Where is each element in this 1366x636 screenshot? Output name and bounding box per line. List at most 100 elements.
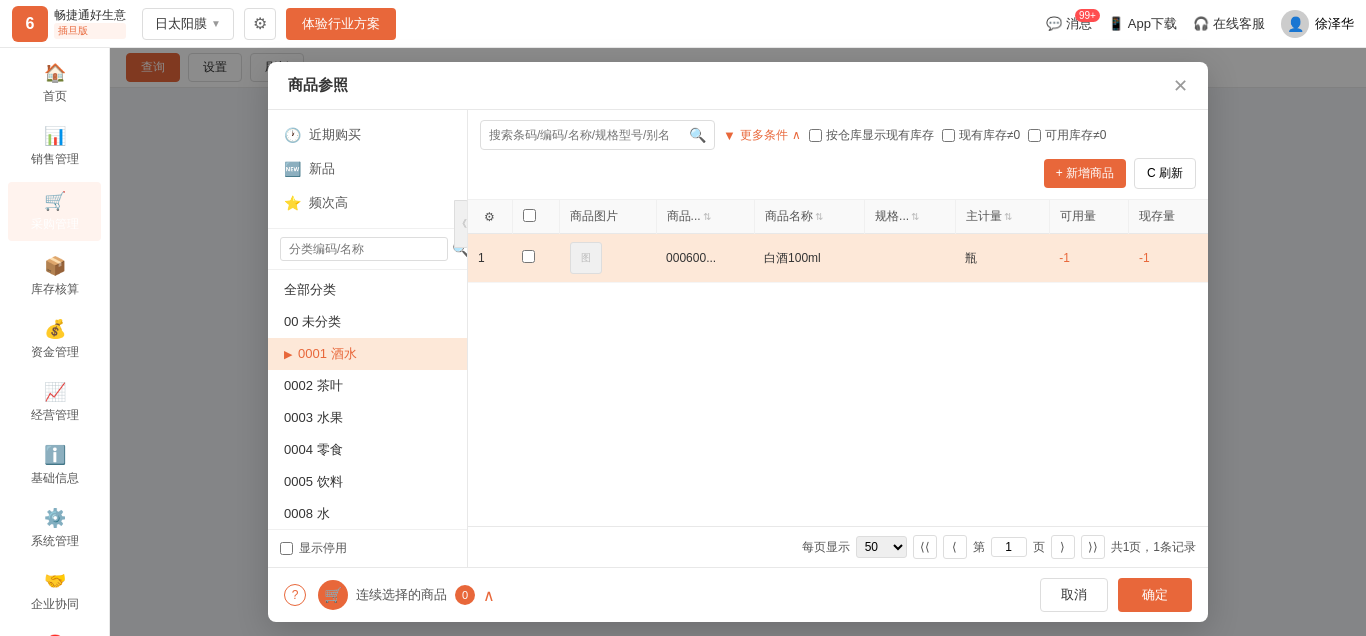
total-info: 共1页，1条记录 <box>1111 539 1196 556</box>
continuous-label: 连续选择的商品 <box>356 586 447 604</box>
cart-area: 🛒 连续选择的商品 0 ∧ <box>318 580 495 610</box>
show-disabled-checkbox[interactable] <box>280 542 293 555</box>
online-service-item[interactable]: 🎧 在线客服 <box>1193 15 1265 33</box>
refresh-list-button[interactable]: C 刷新 <box>1134 158 1196 189</box>
tab-new-label: 新品 <box>309 160 335 178</box>
sidebar-item-home[interactable]: 🏠 首页 <box>0 52 109 115</box>
cart-icon: 🛒 <box>318 580 348 610</box>
check-warehouse-label[interactable]: 按仓库显示现有库存 <box>809 127 934 144</box>
toolbar-right: + 新增商品 C 刷新 <box>1044 158 1196 189</box>
logo-text: 畅捷通好生意 <box>54 8 126 24</box>
finance-icon: 💰 <box>44 318 66 340</box>
check-stock[interactable] <box>942 129 955 142</box>
category-search-input[interactable] <box>280 237 448 261</box>
logo-area: 6 畅捷通好生意 插旦版 <box>12 6 132 42</box>
category-snack[interactable]: 0004 零食 <box>268 434 467 466</box>
sidebar-item-sales[interactable]: 📊 销售管理 <box>0 115 109 178</box>
first-page-button[interactable]: ⟨⟨ <box>913 535 937 559</box>
row-available: -1 <box>1049 234 1129 283</box>
logo-badge: 插旦版 <box>54 23 126 39</box>
table-row[interactable]: 1 图 000600... 白酒100ml 瓶 <box>468 234 1208 283</box>
category-tea[interactable]: 0002 茶叶 <box>268 370 467 402</box>
per-page-label: 每页显示 <box>802 539 850 556</box>
th-checkbox[interactable] <box>512 200 560 234</box>
th-img: 商品图片 <box>560 200 657 234</box>
app-download-item[interactable]: 📱 App下载 <box>1108 15 1177 33</box>
settings-icon[interactable]: ⚙ <box>244 8 276 40</box>
collapse-cart-icon[interactable]: ∧ <box>483 586 495 605</box>
next-page-button[interactable]: ⟩ <box>1051 535 1075 559</box>
category-tea-label: 0002 茶叶 <box>284 377 343 395</box>
row-unit: 瓶 <box>955 234 1049 283</box>
row-stock: -1 <box>1129 234 1208 283</box>
user-area[interactable]: 👤 徐泽华 <box>1281 10 1354 38</box>
per-page-select[interactable]: 50 10 20 100 <box>856 536 907 558</box>
online-service-label: 在线客服 <box>1213 15 1265 33</box>
category-all[interactable]: 全部分类 <box>268 274 467 306</box>
nav-arrow-icon: ▼ <box>211 18 221 29</box>
sidebar-label-sales: 销售管理 <box>31 151 79 168</box>
row-select[interactable] <box>522 250 535 263</box>
confirm-button[interactable]: 确定 <box>1118 578 1192 612</box>
tab-recent-label: 近期购买 <box>309 126 361 144</box>
sidebar-label-inventory: 库存核算 <box>31 281 79 298</box>
th-spec[interactable]: 规格...⇅ <box>865 200 956 234</box>
message-item[interactable]: 💬 消息 99+ <box>1046 15 1092 33</box>
top-header: 6 畅捷通好生意 插旦版 日太阳膜 ▼ ⚙ 体验行业方案 💬 消息 99+ 📱 … <box>0 0 1366 48</box>
check-warehouse[interactable] <box>809 129 822 142</box>
category-unclassified-label: 00 未分类 <box>284 313 341 331</box>
system-icon: ⚙️ <box>44 507 66 529</box>
page-number-input[interactable] <box>991 537 1027 557</box>
prev-page-button[interactable]: ⟨ <box>943 535 967 559</box>
product-table-container: ⚙ 商品图片 商品...⇅ 商品名称⇅ 规格...⇅ 主计量⇅ 可用量 现存量 <box>468 200 1208 526</box>
more-filter-button[interactable]: ▼ 更多条件 ∧ <box>723 127 801 144</box>
th-unit[interactable]: 主计量⇅ <box>955 200 1049 234</box>
sidebar-item-inventory[interactable]: 📦 库存核算 <box>0 245 109 308</box>
tab-recent-purchase[interactable]: 🕐 近期购买 <box>268 118 467 152</box>
collapse-panel-button[interactable]: 《 <box>454 200 468 248</box>
category-liquor[interactable]: ▶ 0001 酒水 <box>268 338 467 370</box>
check-stock-label[interactable]: 现有库存≠0 <box>942 127 1020 144</box>
product-search-button[interactable]: 🔍 <box>681 127 714 143</box>
page-suffix: 页 <box>1033 539 1045 556</box>
category-liquor-label: 0001 酒水 <box>298 345 357 363</box>
sidebar-item-system[interactable]: ⚙️ 系统管理 <box>0 497 109 560</box>
tab-new-products[interactable]: 🆕 新品 <box>268 152 467 186</box>
sidebar-item-management[interactable]: 📈 经营管理 <box>0 371 109 434</box>
th-code[interactable]: 商品...⇅ <box>656 200 754 234</box>
sidebar-item-finance[interactable]: 💰 资金管理 <box>0 308 109 371</box>
product-search-input[interactable] <box>481 128 681 142</box>
tab-frequent[interactable]: ⭐ 频次高 <box>268 186 467 220</box>
sidebar-label-home: 首页 <box>43 88 67 105</box>
modal-header: 商品参照 ✕ <box>268 62 1208 110</box>
category-drinks[interactable]: 0005 饮料 <box>268 466 467 498</box>
frequent-icon: ⭐ <box>284 195 301 211</box>
check-available-label[interactable]: 可用库存≠0 <box>1028 127 1106 144</box>
row-checkbox[interactable] <box>512 234 560 283</box>
cancel-button[interactable]: 取消 <box>1040 578 1108 612</box>
experience-button[interactable]: 体验行业方案 <box>286 8 396 40</box>
add-product-button[interactable]: + 新增商品 <box>1044 159 1126 188</box>
category-unclassified[interactable]: 00 未分类 <box>268 306 467 338</box>
right-toolbar: 🔍 ▼ 更多条件 ∧ 按仓库显示现有库存 <box>468 110 1208 200</box>
th-name[interactable]: 商品名称⇅ <box>754 200 864 234</box>
modal-dialog: 商品参照 ✕ 🕐 近期购买 🆕 <box>268 62 1208 622</box>
check-available[interactable] <box>1028 129 1041 142</box>
nav-selector[interactable]: 日太阳膜 ▼ <box>142 8 234 40</box>
category-list: 全部分类 00 未分类 ▶ 0001 酒水 0002 茶叶 <box>268 270 467 529</box>
sidebar-item-purchase[interactable]: 🛒 采购管理 <box>8 182 101 241</box>
category-water[interactable]: 0008 水 <box>268 498 467 529</box>
sidebar-item-enterprise[interactable]: 🤝 企业协同 <box>0 560 109 623</box>
sidebar-label-finance: 资金管理 <box>31 344 79 361</box>
sidebar-item-base[interactable]: ℹ️ 基础信息 <box>0 434 109 497</box>
sidebar-item-guide[interactable]: 🎯 新手引导 <box>0 623 109 636</box>
th-settings[interactable]: ⚙ <box>468 200 512 234</box>
left-panel-tabs: 🕐 近期购买 🆕 新品 ⭐ 频次高 <box>268 110 467 229</box>
filter-arrow-icon: ∧ <box>792 128 801 142</box>
recent-icon: 🕐 <box>284 127 301 143</box>
help-button[interactable]: ? <box>284 584 306 606</box>
select-all-checkbox[interactable] <box>523 209 536 222</box>
modal-close-button[interactable]: ✕ <box>1173 77 1188 95</box>
last-page-button[interactable]: ⟩⟩ <box>1081 535 1105 559</box>
category-fruit[interactable]: 0003 水果 <box>268 402 467 434</box>
